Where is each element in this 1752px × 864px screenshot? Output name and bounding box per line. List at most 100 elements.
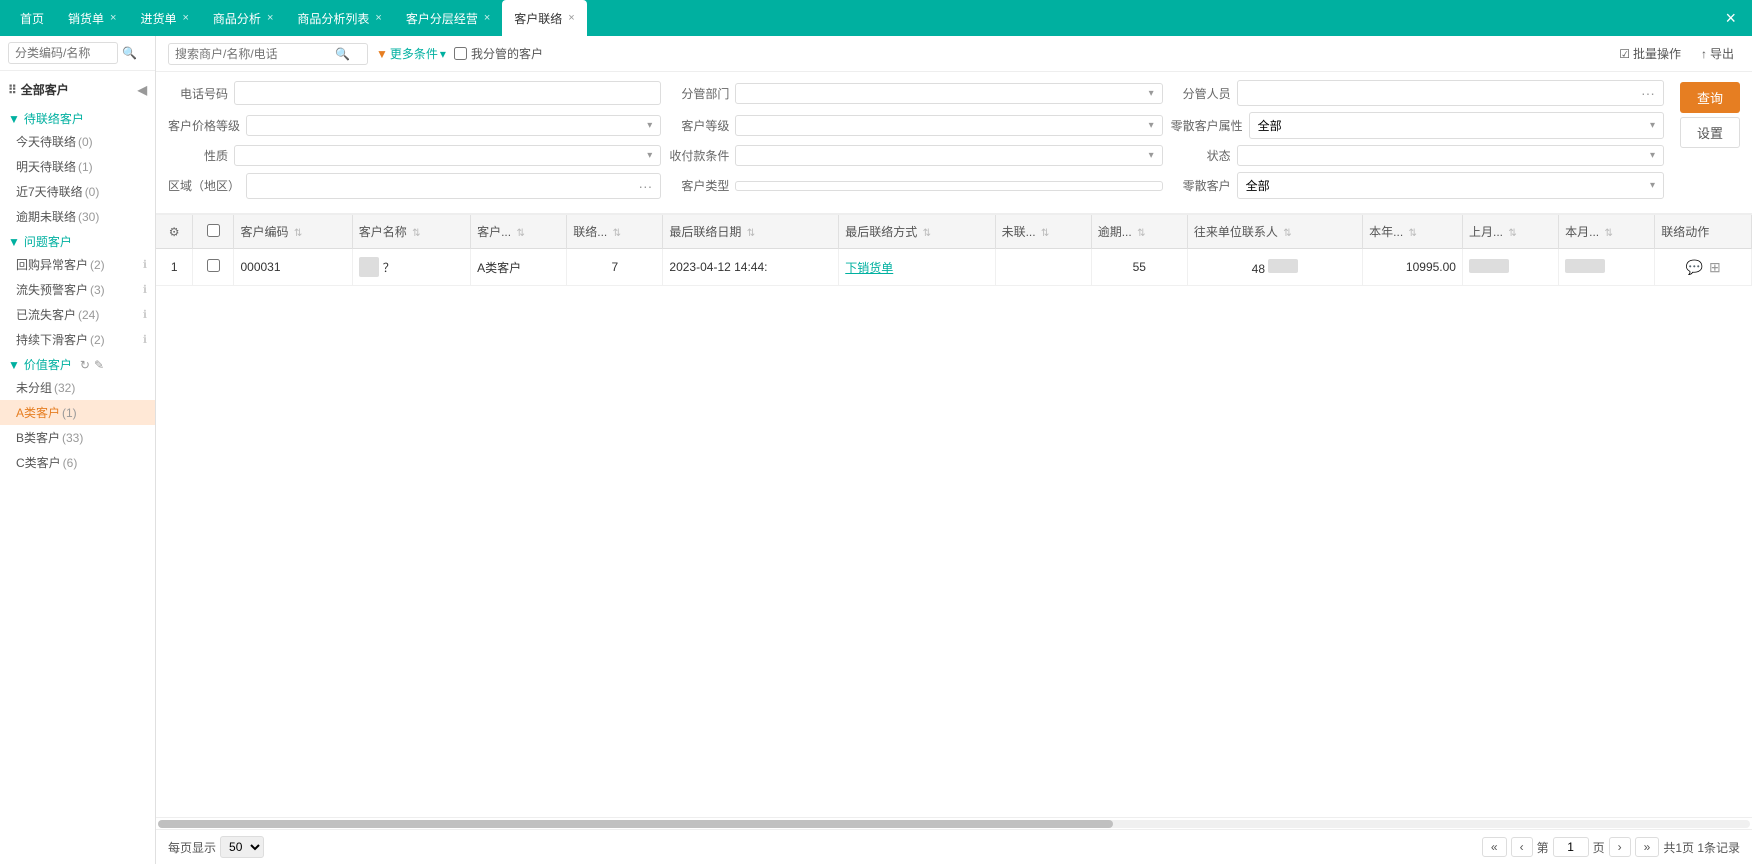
nav-close-product-list[interactable]: × [375, 12, 381, 24]
grid-icon[interactable]: ⊞ [1709, 259, 1721, 276]
sidebar-item-declining[interactable]: 持续下滑客户 (2) ℹ [0, 327, 155, 352]
nav-close-purchase[interactable]: × [182, 12, 188, 24]
nature-select[interactable]: ▾ [234, 145, 661, 166]
export-button[interactable]: ↑ 导出 [1695, 42, 1740, 65]
first-page-btn[interactable]: « [1482, 837, 1507, 857]
manager-dots[interactable]: ··· [1641, 85, 1655, 101]
group-refresh-icon[interactable]: ↻ [80, 358, 90, 372]
action-icons: 💬 ⊞ [1661, 259, 1745, 276]
col-this-month[interactable]: 本月... ⇅ [1559, 215, 1655, 249]
filter-retail-customer: 零散客户 全部 ▾ [1171, 172, 1664, 199]
batch-op-button[interactable]: ☑ 批量操作 [1613, 42, 1687, 65]
sidebar-item-churn-warning[interactable]: 流失预警客户 (3) ℹ [0, 277, 155, 302]
sidebar: 🔍 ⠿ 全部客户 ◀ ▼ 待联络客户 今天待联络 (0) 明天待联络 (1) [0, 36, 156, 864]
nav-close-contact[interactable]: × [568, 12, 574, 24]
col-this-year[interactable]: 本年... ⇅ [1363, 215, 1463, 249]
nav-product-analysis-list[interactable]: 商品分析列表 × [285, 0, 393, 36]
filter-dept: 分管部门 ▾ [669, 83, 1162, 104]
page-number-input[interactable] [1553, 837, 1589, 857]
sidebar-item-class-a[interactable]: A类客户 (1) [0, 400, 155, 425]
sidebar-item-tomorrow[interactable]: 明天待联络 (1) [0, 154, 155, 179]
col-name[interactable]: 客户名称 ⇅ [352, 215, 470, 249]
col-last-type[interactable]: 最后联络方式 ⇅ [839, 215, 995, 249]
collapse-icon[interactable]: ◀ [138, 83, 147, 97]
region-dots[interactable]: ··· [638, 178, 652, 194]
col-level[interactable]: 客户... ⇅ [471, 215, 567, 249]
filter-search-input[interactable] [175, 47, 335, 61]
phone-input[interactable] [234, 81, 661, 105]
payment-select[interactable]: ▾ [735, 145, 1162, 166]
sidebar-group-value: ▼ 价值客户 ↻ ✎ 未分组 (32) A类客户 (1) B类客户 (33) C… [0, 352, 155, 475]
row-num: 1 [156, 249, 193, 286]
filter-my-customers[interactable]: 我分管的客户 [454, 45, 543, 62]
sidebar-search-icon[interactable]: 🔍 [122, 46, 137, 60]
my-customers-checkbox[interactable] [454, 47, 467, 60]
nav-close-segment[interactable]: × [484, 12, 490, 24]
sidebar-item-class-c[interactable]: C类客户 (6) [0, 450, 155, 475]
sidebar-item-today[interactable]: 今天待联络 (0) [0, 129, 155, 154]
manager-select[interactable]: ··· [1237, 80, 1664, 106]
nav-customer-segment[interactable]: 客户分层经营 × [394, 0, 502, 36]
filter-search-icon[interactable]: 🔍 [335, 47, 350, 61]
close-all-tabs[interactable]: × [1717, 8, 1744, 29]
settings-button[interactable]: 设置 [1680, 117, 1740, 148]
col-last-date[interactable]: 最后联络日期 ⇅ [663, 215, 839, 249]
col-gear[interactable]: ⚙ [156, 215, 193, 249]
price-level-select[interactable]: ▾ [246, 115, 661, 136]
query-button[interactable]: 查询 [1680, 82, 1740, 113]
row-select-checkbox[interactable] [207, 259, 220, 272]
nav-sales-order[interactable]: 销货单 × [56, 0, 128, 36]
status-select[interactable]: ▾ [1237, 145, 1664, 166]
filter-more-conditions[interactable]: ▼ 更多条件 ▾ [376, 45, 446, 62]
sidebar-search-input[interactable] [8, 42, 118, 64]
sidebar-item-7days[interactable]: 近7天待联络 (0) [0, 179, 155, 204]
sidebar-group-value-label[interactable]: ▼ 价值客户 ↻ ✎ [0, 352, 155, 375]
sidebar-item-class-b[interactable]: B类客户 (33) [0, 425, 155, 450]
filter-nature: 性质 ▾ [168, 145, 661, 166]
col-overdue[interactable]: 逾期... ⇅ [1091, 215, 1187, 249]
sidebar-all-header[interactable]: ⠿ 全部客户 ◀ [8, 77, 147, 102]
chat-icon[interactable]: 💬 [1686, 259, 1703, 276]
col-last-month[interactable]: 上月... ⇅ [1462, 215, 1558, 249]
nav-close-product-analysis[interactable]: × [267, 12, 273, 24]
nav-home[interactable]: 首页 [8, 0, 56, 36]
last-month-bar [1469, 259, 1509, 273]
retail-attr-select[interactable]: 全部 ▾ [1249, 112, 1664, 139]
next-page-btn[interactable]: › [1609, 837, 1631, 857]
page-size-select[interactable]: 50 [220, 836, 264, 858]
sidebar-group-problems-label[interactable]: ▼ 问题客户 [0, 229, 155, 252]
row-checkbox[interactable] [193, 249, 234, 286]
region-select[interactable]: ··· [246, 173, 661, 199]
customer-type-select[interactable] [735, 181, 1162, 191]
nav-customer-contact[interactable]: 客户联络 × [502, 0, 586, 36]
scrollbar-thumb[interactable] [158, 820, 1113, 828]
col-code[interactable]: 客户编码 ⇅ [234, 215, 352, 249]
last-contact-link[interactable]: 下销货单 [845, 261, 893, 275]
row-last-month [1462, 249, 1558, 286]
col-action: 联络动作 [1655, 215, 1752, 249]
nav-close-sales[interactable]: × [110, 12, 116, 24]
sidebar-item-ungrouped[interactable]: 未分组 (32) [0, 375, 155, 400]
group-edit-icon[interactable]: ✎ [94, 358, 104, 372]
nav-purchase-order[interactable]: 进货单 × [128, 0, 200, 36]
sidebar-item-repurchase-abnormal[interactable]: 回购异常客户 (2) ℹ [0, 252, 155, 277]
query-buttons: 查询 设置 [1680, 82, 1740, 148]
select-all-checkbox[interactable] [207, 224, 220, 237]
col-company-contact[interactable]: 往来单位联系人 ⇅ [1187, 215, 1362, 249]
last-page-btn[interactable]: » [1635, 837, 1660, 857]
col-uncontacted[interactable]: 未联... ⇅ [995, 215, 1091, 249]
table-body: 1 000031 ？ A类客户 7 2023 [156, 249, 1752, 286]
prev-page-btn[interactable]: ‹ [1511, 837, 1533, 857]
retail-customer-select[interactable]: 全部 ▾ [1237, 172, 1664, 199]
filter-phone: 电话号码 [168, 81, 661, 105]
sort-icon-11: ⇅ [1508, 228, 1516, 239]
horizontal-scrollbar[interactable] [156, 817, 1752, 829]
sidebar-item-churned[interactable]: 已流失客户 (24) ℹ [0, 302, 155, 327]
nav-product-analysis[interactable]: 商品分析 × [201, 0, 285, 36]
customer-level-select[interactable]: ▾ [735, 115, 1162, 136]
sidebar-group-pending-label[interactable]: ▼ 待联络客户 [0, 106, 155, 129]
dept-select[interactable]: ▾ [735, 83, 1162, 104]
sidebar-item-overdue[interactable]: 逾期未联络 (30) [0, 204, 155, 229]
filter-search-box[interactable]: 🔍 [168, 43, 368, 65]
col-contact-count[interactable]: 联络... ⇅ [567, 215, 663, 249]
